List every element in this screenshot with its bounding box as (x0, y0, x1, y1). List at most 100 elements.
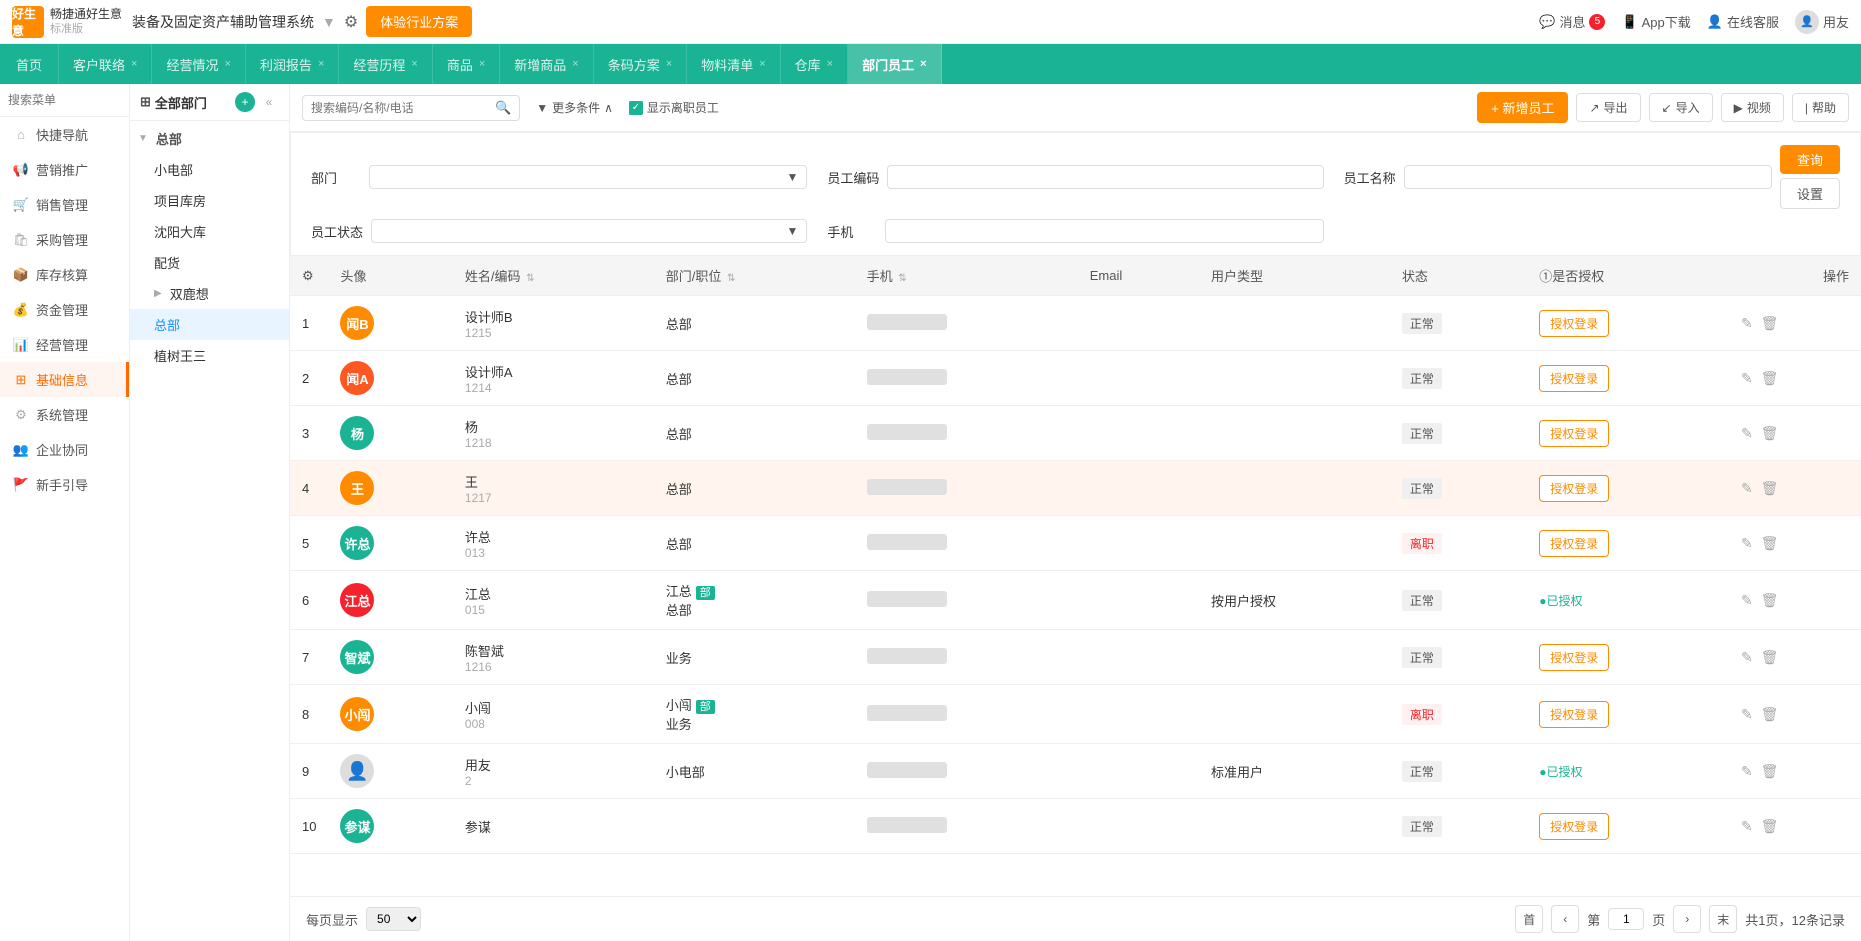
edit-icon[interactable]: ✎ (1741, 370, 1753, 387)
dept-item-peihuo[interactable]: 配货 (130, 247, 289, 278)
dept-item-general[interactable]: ▼ 总部 (130, 121, 289, 154)
edit-icon[interactable]: ✎ (1741, 592, 1753, 609)
sidebar-item-finance[interactable]: 💰 资金管理 (0, 292, 129, 327)
row-num: 3 (290, 406, 328, 461)
sidebar-item-operations-mgmt[interactable]: 📊 经营管理 (0, 327, 129, 362)
prev-page-btn[interactable]: ‹ (1551, 905, 1579, 933)
delete-icon[interactable]: 🗑 (1761, 706, 1779, 723)
app-download-btn[interactable]: 📱 App下载 (1621, 12, 1690, 31)
delete-icon[interactable]: 🗑 (1761, 535, 1779, 552)
auth-btn[interactable]: 授权登录 (1539, 644, 1609, 671)
edit-icon[interactable]: ✎ (1741, 425, 1753, 442)
auth-btn[interactable]: 授权登录 (1539, 530, 1609, 557)
delete-icon[interactable]: 🗑 (1761, 763, 1779, 780)
delete-icon[interactable]: 🗑 (1761, 370, 1779, 387)
delete-icon[interactable]: 🗑 (1761, 480, 1779, 497)
delete-icon[interactable]: 🗑 (1761, 818, 1779, 835)
show-resigned-checkbox[interactable]: ✓ 显示离职员工 (629, 99, 719, 116)
sidebar-item-coop[interactable]: 👥 企业协同 (0, 432, 129, 467)
col-phone[interactable]: 手机 ⇅ (855, 256, 1078, 296)
tab-add-goods[interactable]: 新增商品 × (500, 44, 593, 84)
auth-btn[interactable]: 授权登录 (1539, 701, 1609, 728)
dept-item-shuanglu[interactable]: ▶ 双鹿想 (130, 278, 289, 309)
auth-btn[interactable]: 授权登录 (1539, 310, 1609, 337)
tab-barcode[interactable]: 条码方案 × (594, 44, 687, 84)
tab-dept-employee[interactable]: 部门员工 × (848, 44, 941, 84)
add-employee-btn[interactable]: + 新增员工 (1477, 92, 1568, 123)
filter-empcode-input[interactable] (887, 165, 1323, 189)
settings-icon[interactable]: ⚙ (344, 12, 358, 32)
message-btn[interactable]: 💬 消息 5 (1539, 12, 1605, 31)
col-dept[interactable]: 部门/职位 ⇅ (654, 256, 855, 296)
page-size-select[interactable]: 50 100 200 (366, 907, 421, 931)
more-filter-btn[interactable]: ▼ 更多条件 ∧ (528, 95, 621, 120)
tab-bom[interactable]: 物料清单 × (687, 44, 780, 84)
sidebar-item-marketing[interactable]: 📢 营销推广 (0, 152, 129, 187)
tab-operations[interactable]: 经营情况 × (152, 44, 245, 84)
tab-history[interactable]: 经营历程 × (339, 44, 432, 84)
delete-icon[interactable]: 🗑 (1761, 425, 1779, 442)
user-btn[interactable]: 👤 用友 (1795, 10, 1849, 34)
import-btn[interactable]: ↙ 导入 (1649, 93, 1713, 122)
edit-icon[interactable]: ✎ (1741, 763, 1753, 780)
sidebar-item-quick-nav[interactable]: ⌂ 快捷导航 (0, 117, 129, 152)
delete-icon[interactable]: 🗑 (1761, 649, 1779, 666)
auth-btn[interactable]: 授权登录 (1539, 813, 1609, 840)
dept-item-zongbu[interactable]: 总部 (130, 309, 289, 340)
tab-customer[interactable]: 客户联络 × (59, 44, 152, 84)
last-page-btn[interactable]: 末 (1709, 905, 1737, 933)
sidebar-item-system[interactable]: ⚙ 系统管理 (0, 397, 129, 432)
dept-item-projectroom[interactable]: 项目库房 (130, 185, 289, 216)
next-page-btn[interactable]: › (1673, 905, 1701, 933)
title-dropdown-icon[interactable]: ▼ (322, 14, 336, 30)
col-name[interactable]: 姓名/编码 ⇅ (453, 256, 654, 296)
sidebar-item-basic-info[interactable]: ⊞ 基础信息 (0, 362, 129, 397)
cart-icon: 🛒 (12, 196, 30, 214)
row-phone (855, 630, 1078, 685)
sidebar-item-sales[interactable]: 🛒 销售管理 (0, 187, 129, 222)
col-settings[interactable]: ⚙ (290, 256, 328, 296)
filter-empname-input[interactable] (1404, 165, 1772, 189)
tab-profit[interactable]: 利润报告 × (246, 44, 339, 84)
view-btn[interactable]: ▶ 视频 (1721, 93, 1784, 122)
experience-btn[interactable]: 体验行业方案 (366, 6, 472, 37)
edit-icon[interactable]: ✎ (1741, 480, 1753, 497)
sidebar-search-input[interactable] (8, 93, 130, 107)
auth-btn[interactable]: 授权登录 (1539, 475, 1609, 502)
edit-icon[interactable]: ✎ (1741, 315, 1753, 332)
online-service-btn[interactable]: 👤 在线客服 (1707, 12, 1779, 31)
dept-item-xiaodibu[interactable]: 小电部 (130, 154, 289, 185)
sidebar-item-guide[interactable]: 🚩 新手引导 (0, 467, 129, 502)
delete-icon[interactable]: 🗑 (1761, 592, 1779, 609)
edit-icon[interactable]: ✎ (1741, 706, 1753, 723)
sidebar-item-purchase[interactable]: 🛍 采购管理 (0, 222, 129, 257)
sidebar-item-label: 基础信息 (36, 370, 88, 389)
tab-goods[interactable]: 商品 × (433, 44, 500, 84)
search-input[interactable] (311, 101, 491, 115)
edit-icon[interactable]: ✎ (1741, 818, 1753, 835)
filter-panel: 部门 ▼ 员工编码 员工名称 查询 (290, 132, 1861, 256)
edit-icon[interactable]: ✎ (1741, 535, 1753, 552)
edit-icon[interactable]: ✎ (1741, 649, 1753, 666)
tab-warehouse[interactable]: 仓库 × (781, 44, 848, 84)
dept-collapse-btn[interactable]: « (259, 92, 279, 112)
delete-icon[interactable]: 🗑 (1761, 315, 1779, 332)
export-btn[interactable]: ↗ 导出 (1576, 93, 1640, 122)
filter-status-select[interactable]: ▼ (371, 219, 807, 243)
sidebar: 🔍 ⌂ 快捷导航 📢 营销推广 🛒 销售管理 🛍 采购管理 📦 库存核算 (0, 84, 130, 941)
filter-phone-input[interactable] (885, 219, 1323, 243)
dept-item-zhishu[interactable]: 植树王三 (130, 340, 289, 371)
sidebar-item-inventory[interactable]: 📦 库存核算 (0, 257, 129, 292)
search-btn[interactable]: 查询 (1780, 145, 1840, 174)
row-phone (855, 406, 1078, 461)
auth-btn[interactable]: 授权登录 (1539, 365, 1609, 392)
tab-home[interactable]: 首页 (0, 44, 59, 84)
page-number-input[interactable] (1608, 908, 1644, 930)
auth-btn[interactable]: 授权登录 (1539, 420, 1609, 447)
first-page-btn[interactable]: 首 (1515, 905, 1543, 933)
filter-dept-select[interactable]: ▼ (369, 165, 807, 189)
dept-add-btn[interactable]: + (235, 92, 255, 112)
filter-settings-btn[interactable]: 设置 (1780, 178, 1840, 209)
dept-item-shenyang[interactable]: 沈阳大库 (130, 216, 289, 247)
help-btn[interactable]: | 帮助 (1792, 93, 1849, 122)
